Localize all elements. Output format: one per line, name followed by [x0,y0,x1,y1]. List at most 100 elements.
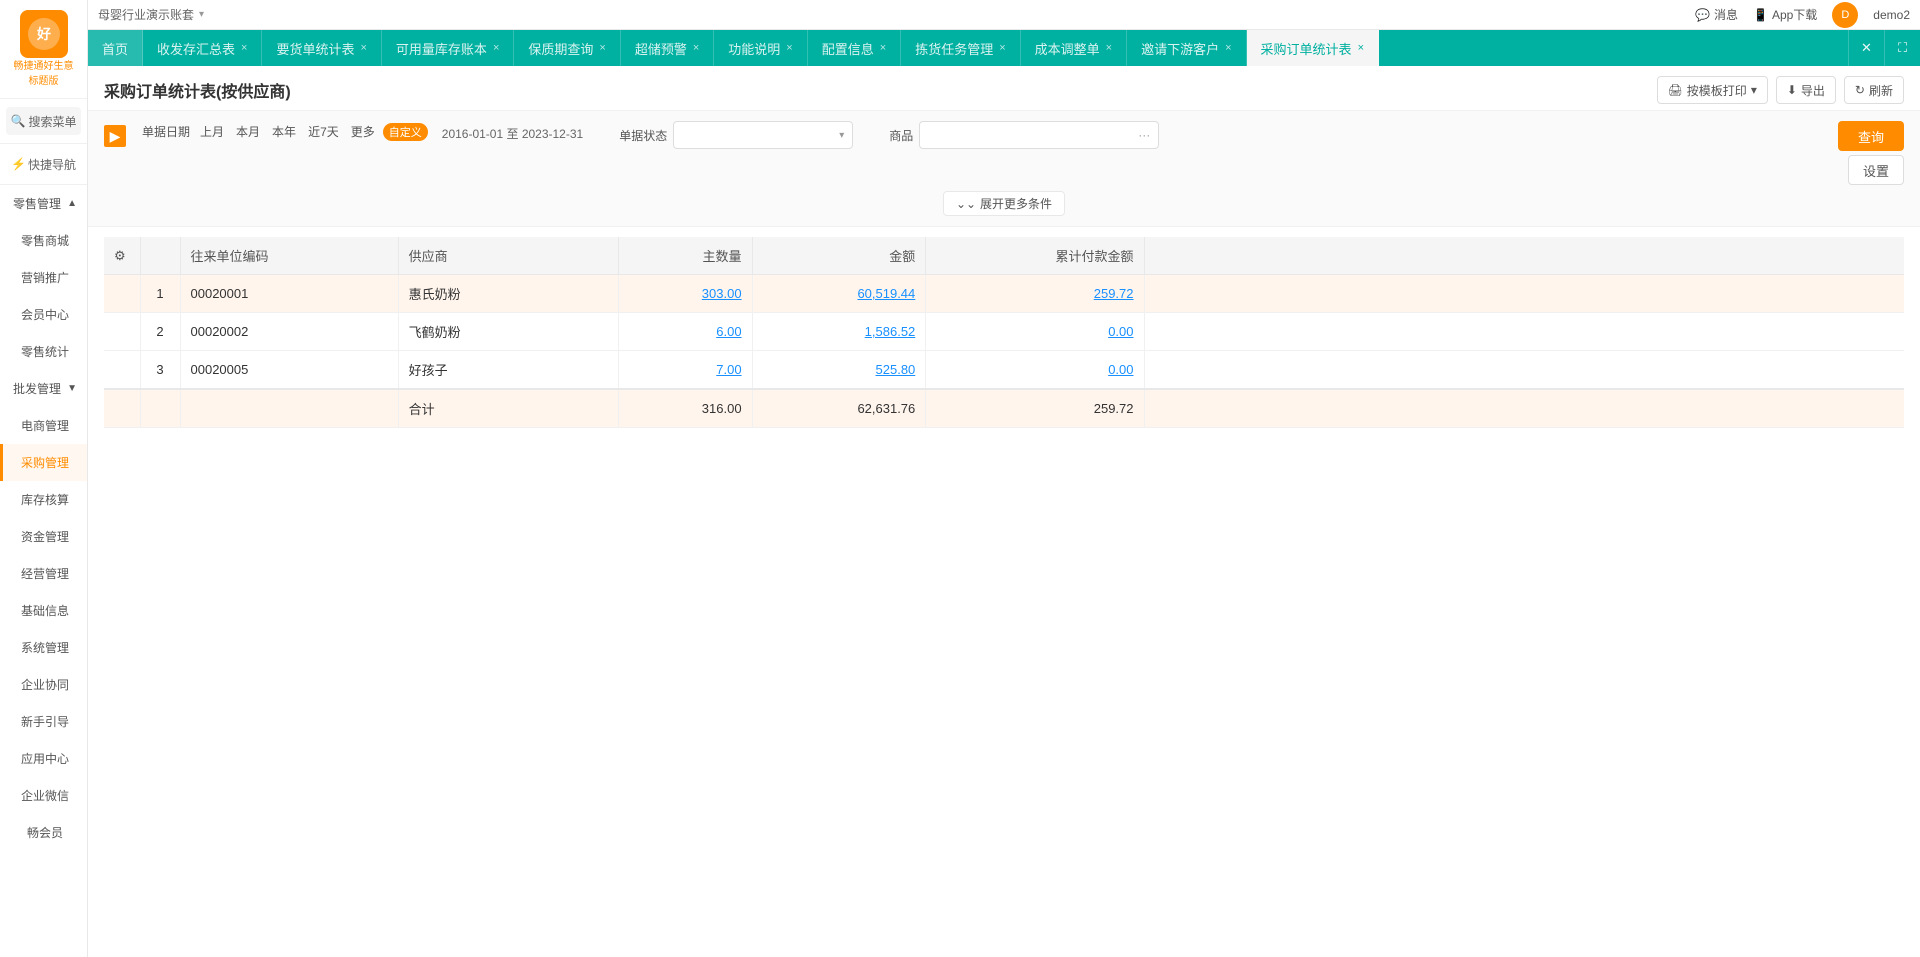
tab-close-icon[interactable]: × [599,42,605,54]
tab-close-icon[interactable]: × [880,42,886,54]
sidebar-item-zero-stats[interactable]: 零售统计 [0,333,87,370]
expand-more-button[interactable]: ⌄⌄ 展开更多条件 [943,191,1065,216]
shortcut-7days[interactable]: 近7天 [304,121,343,142]
quantity: 7.00 [618,351,752,390]
shortcut-this-year[interactable]: 本年 [268,121,300,142]
shortcut-more[interactable]: 更多 [347,121,379,142]
paid-link[interactable]: 259.72 [1094,286,1134,301]
row-settings[interactable] [104,275,140,313]
settings-button[interactable]: 设置 [1848,155,1904,185]
sidebar-item-label: 系统管理 [21,639,69,656]
sidebar-item-zero-retail[interactable]: 零售管理 ▲ [0,185,87,222]
tab-shelf-life[interactable]: 保质期查询 × [514,30,620,66]
tab-close-icon[interactable]: × [1358,42,1364,54]
close-icon: ✕ [1861,40,1872,56]
quick-nav-button[interactable]: ⚡ 快捷导航 [0,148,87,180]
tab-requisition-stats[interactable]: 要货单统计表 × [262,30,381,66]
tab-close-icon[interactable]: × [241,42,247,54]
tab-label: 拣货任务管理 [915,39,993,58]
tab-close-all-button[interactable]: ✕ [1848,30,1884,66]
print-label: 按模板打印 [1687,82,1747,99]
tab-close-icon[interactable]: × [1106,42,1112,54]
sidebar-search-button[interactable]: 🔍 搜索菜单 [6,107,81,135]
supplier-name: 好孩子 [398,351,618,390]
tab-config-info[interactable]: 配置信息 × [808,30,901,66]
tab-label: 要货单统计表 [276,39,354,58]
tab-usable-inventory[interactable]: 可用量库存账本 × [382,30,514,66]
paid-link[interactable]: 0.00 [1108,362,1133,377]
tab-function-desc[interactable]: 功能说明 × [714,30,807,66]
logo-icon: 好 [20,10,68,58]
sidebar-item-ecommerce[interactable]: 电商管理 [0,407,87,444]
sidebar-item-wholesale[interactable]: 批发管理 ▼ [0,370,87,407]
quantity-link[interactable]: 303.00 [702,286,742,301]
tab-close-icon[interactable]: × [1225,42,1231,54]
sidebar-item-guide[interactable]: 新手引导 [0,703,87,740]
message-icon: 💬 [1695,8,1710,22]
status-select[interactable]: ▾ [673,121,853,149]
app-download-button[interactable]: 📱 App下载 [1753,6,1817,23]
shortcut-last-month[interactable]: 上月 [196,121,228,142]
status-filter: 单据状态 ▾ [619,121,853,149]
shortcut-this-month[interactable]: 本月 [232,121,264,142]
custom-date-badge[interactable]: 自定义 [383,123,428,141]
export-button[interactable]: ⬇ 导出 [1776,76,1836,104]
row-settings[interactable] [104,313,140,351]
tab-close-icon[interactable]: × [693,42,699,54]
paid-link[interactable]: 0.00 [1108,324,1133,339]
sidebar-item-label: 经营管理 [21,565,69,582]
export-icon: ⬇ [1787,83,1797,97]
row-settings[interactable] [104,351,140,390]
tab-invite-downstream[interactable]: 邀请下游客户 × [1127,30,1246,66]
avatar[interactable]: D [1832,2,1858,28]
tab-overstock-alert[interactable]: 超储预警 × [621,30,714,66]
quantity-link[interactable]: 7.00 [716,362,741,377]
tab-receive-summary[interactable]: 收发存汇总表 × [143,30,262,66]
sidebar-item-purchase[interactable]: 采购管理 [0,444,87,481]
nav-icon: ⚡ [11,157,26,171]
quantity-link[interactable]: 6.00 [716,324,741,339]
company-dropdown-icon[interactable]: ▾ [199,9,204,20]
tab-label: 邀请下游客户 [1141,39,1219,58]
sidebar-item-marketing[interactable]: 营销推广 [0,259,87,296]
sidebar-item-zero-mall[interactable]: 零售商城 [0,222,87,259]
sidebar-item-label: 会员中心 [21,306,69,323]
tab-cost-adjust[interactable]: 成本调整单 × [1021,30,1127,66]
tab-close-icon[interactable]: × [786,42,792,54]
topbar-actions: 💬 消息 📱 App下载 D demo2 [1695,2,1910,28]
table-row: 2 00020002 飞鹤奶粉 6.00 1,586.52 0.00 [104,313,1904,351]
th-extra [1144,237,1904,275]
amount-link[interactable]: 1,586.52 [865,324,916,339]
sidebar-item-operation[interactable]: 经营管理 [0,555,87,592]
goods-input[interactable]: ··· [919,121,1159,149]
tab-purchase-stats[interactable]: 采购订单统计表 × [1247,30,1379,66]
sidebar-item-wechat[interactable]: 企业微信 [0,777,87,814]
sidebar-item-enterprise[interactable]: 企业协同 [0,666,87,703]
tab-pick-task[interactable]: 拣货任务管理 × [901,30,1020,66]
amount-link[interactable]: 60,519.44 [857,286,915,301]
tab-fullscreen-button[interactable]: ⛶ [1884,30,1920,66]
sidebar-item-finance[interactable]: 资金管理 [0,518,87,555]
sidebar-item-inventory[interactable]: 库存核算 [0,481,87,518]
sidebar-item-label: 电商管理 [21,417,69,434]
print-button[interactable]: 🖨 按模板打印 ▾ [1657,76,1768,104]
message-button[interactable]: 💬 消息 [1695,6,1738,23]
amount-link[interactable]: 525.80 [876,362,916,377]
sidebar-item-member[interactable]: 会员中心 [0,296,87,333]
refresh-button[interactable]: ↻ 刷新 [1844,76,1904,104]
tab-home[interactable]: 首页 [88,30,143,66]
tab-close-icon[interactable]: × [360,42,366,54]
tab-close-icon[interactable]: × [999,42,1005,54]
filter-expand-arrow[interactable]: ▶ [104,125,126,147]
sidebar-item-basic-info[interactable]: 基础信息 [0,592,87,629]
th-index [140,237,180,275]
tab-close-icon[interactable]: × [493,42,499,54]
message-label: 消息 [1714,6,1738,23]
sidebar-item-system[interactable]: 系统管理 [0,629,87,666]
sidebar-item-label: 新手引导 [21,713,69,730]
sidebar-item-app-center[interactable]: 应用中心 [0,740,87,777]
table-footer: 合计 316.00 62,631.76 259.72 [104,389,1904,428]
query-button[interactable]: 查询 [1838,121,1904,151]
sidebar-item-member2[interactable]: 畅会员 [0,814,87,851]
table-row: 1 00020001 惠氏奶粉 303.00 60,519.44 259.72 [104,275,1904,313]
